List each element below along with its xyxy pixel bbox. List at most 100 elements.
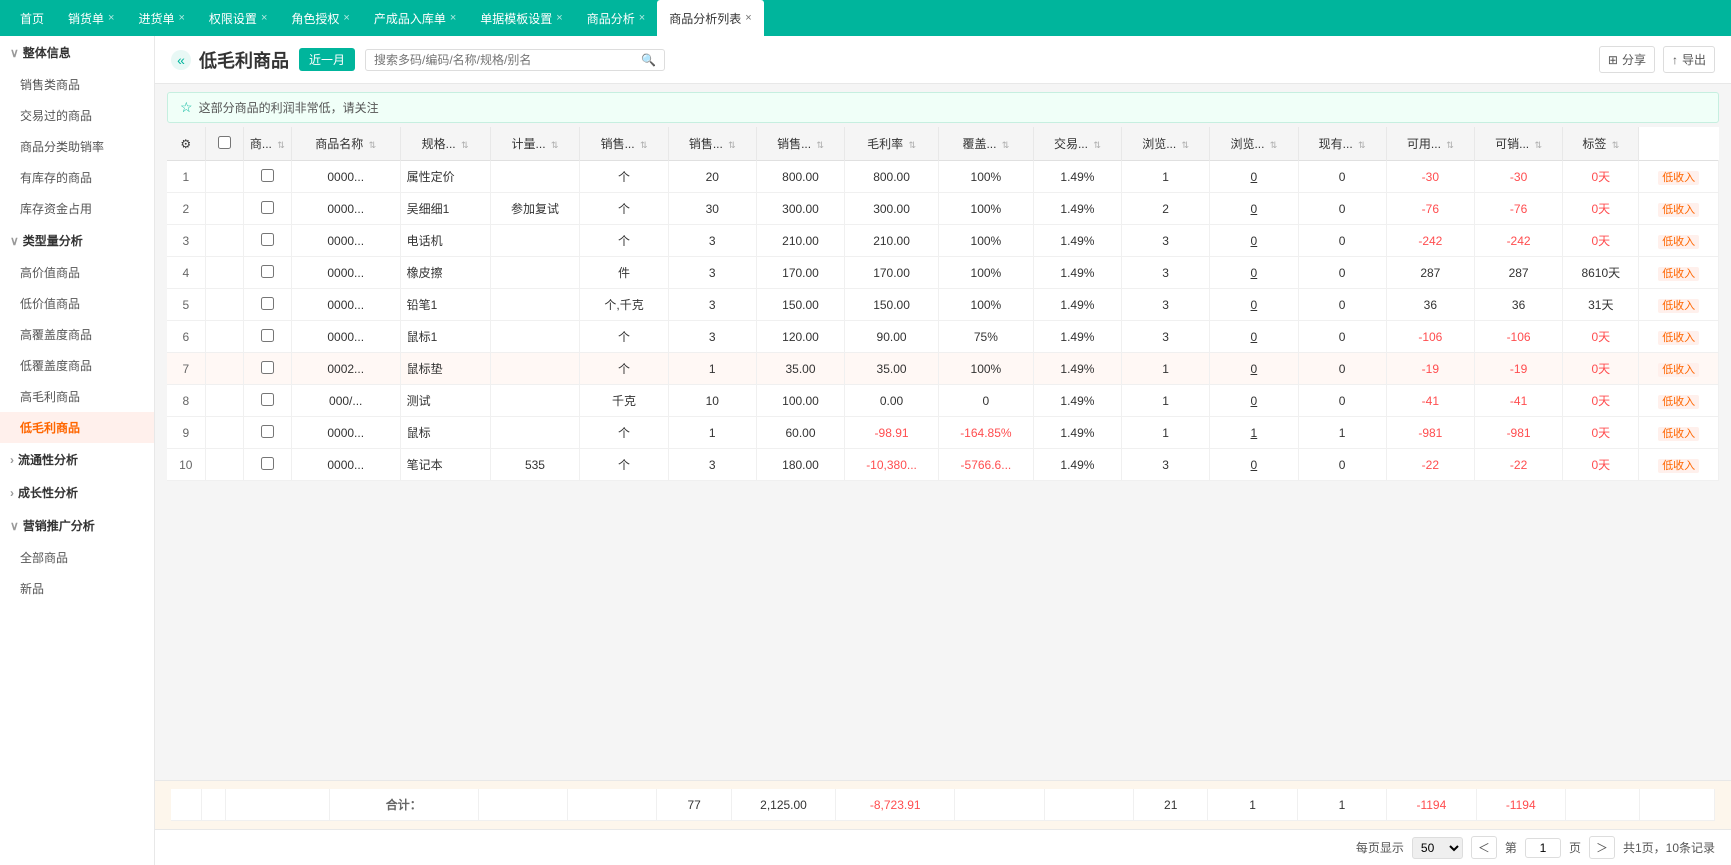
sidebar-group-marketing[interactable]: ∨ 营销推广分析: [0, 509, 154, 542]
col-coverage[interactable]: 覆盖... ⇅: [938, 127, 1033, 161]
cell-checkbox[interactable]: [243, 353, 291, 385]
col-sale-cost[interactable]: 销售... ⇅: [756, 127, 844, 161]
cell-checkbox[interactable]: [243, 289, 291, 321]
col-tag[interactable]: 标签 ⇅: [1563, 127, 1639, 161]
cell-code: 0000...: [291, 449, 400, 481]
nav-item-product-analysis-list[interactable]: 商品分析列表 ×: [657, 0, 763, 36]
nav-item-role[interactable]: 角色授权 ×: [279, 0, 361, 36]
col-name[interactable]: 商品名称 ⇅: [291, 127, 400, 161]
cell-browse1[interactable]: 0: [1210, 321, 1298, 353]
cell-checkbox[interactable]: [243, 385, 291, 417]
sidebar-group-growth[interactable]: › 成长性分析: [0, 476, 154, 509]
sidebar-item-low-margin[interactable]: 低毛利商品: [0, 412, 154, 443]
close-icon[interactable]: ×: [639, 12, 645, 24]
cell-checkbox[interactable]: [243, 193, 291, 225]
close-icon[interactable]: ×: [745, 12, 751, 24]
cell-coverage: 1.49%: [1033, 225, 1121, 257]
col-browse1[interactable]: 浏览... ⇅: [1122, 127, 1210, 161]
sidebar-item-category-sales[interactable]: 商品分类助销率: [0, 131, 154, 162]
sidebar-item-low-coverage[interactable]: 低覆盖度商品: [0, 350, 154, 381]
nav-item-home[interactable]: 首页: [8, 0, 56, 36]
cell-name[interactable]: 鼠标垫: [400, 353, 490, 385]
col-sale-qty[interactable]: 销售... ⇅: [580, 127, 668, 161]
cell-checkbox[interactable]: [243, 257, 291, 289]
page-size-select[interactable]: 50 20 100: [1412, 837, 1463, 859]
col-browse2[interactable]: 浏览... ⇅: [1210, 127, 1298, 161]
sidebar-item-new-goods[interactable]: 新品: [0, 573, 154, 604]
cell-browse1[interactable]: 0: [1210, 193, 1298, 225]
close-icon[interactable]: ×: [450, 12, 456, 24]
sidebar-group-overall[interactable]: ∨ 整体信息: [0, 36, 154, 69]
close-icon[interactable]: ×: [108, 12, 114, 24]
table-row: 10 0000... 笔记本 535 个 3 180.00 -10,380...…: [167, 449, 1719, 481]
prev-page-button[interactable]: ＜: [1471, 836, 1497, 859]
sidebar-group-type-analysis[interactable]: ∨ 类型量分析: [0, 224, 154, 257]
col-available[interactable]: 可用... ⇅: [1386, 127, 1474, 161]
next-page-button[interactable]: ＞: [1589, 836, 1615, 859]
col-unit[interactable]: 计量... ⇅: [490, 127, 580, 161]
cell-name[interactable]: 吴细细1: [400, 193, 490, 225]
col-checkbox[interactable]: [205, 127, 243, 161]
cell-browse1[interactable]: 0: [1210, 161, 1298, 193]
cell-browse1[interactable]: 0: [1210, 449, 1298, 481]
cell-sale-cost: -10,380...: [845, 449, 939, 481]
cell-checkbox[interactable]: [243, 449, 291, 481]
cell-checkbox[interactable]: [243, 161, 291, 193]
cell-checkbox[interactable]: [243, 225, 291, 257]
col-saleable[interactable]: 可销... ⇅: [1474, 127, 1562, 161]
col-spec[interactable]: 规格... ⇅: [400, 127, 490, 161]
col-gross-margin[interactable]: 毛利率 ⇅: [845, 127, 939, 161]
close-icon[interactable]: ×: [343, 12, 349, 24]
cell-name[interactable]: 属性定价: [400, 161, 490, 193]
sidebar-collapse-button[interactable]: «: [171, 50, 191, 70]
cell-name[interactable]: 鼠标: [400, 417, 490, 449]
nav-item-product-storage[interactable]: 产成品入库单 ×: [362, 0, 468, 36]
close-icon[interactable]: ×: [556, 12, 562, 24]
nav-item-permission[interactable]: 权限设置 ×: [197, 0, 279, 36]
cell-name[interactable]: 笔记本: [400, 449, 490, 481]
col-code[interactable]: 商... ⇅: [243, 127, 291, 161]
nav-item-sales[interactable]: 销货单 ×: [56, 0, 126, 36]
export-button[interactable]: ↑ 导出: [1663, 46, 1715, 73]
sidebar-group-flow[interactable]: › 流通性分析: [0, 443, 154, 476]
cell-browse1[interactable]: 0: [1210, 289, 1298, 321]
sidebar-item-all-goods[interactable]: 全部商品: [0, 542, 154, 573]
search-icon[interactable]: 🔍: [641, 53, 656, 67]
page-number-input[interactable]: [1525, 838, 1561, 858]
cell-browse1[interactable]: 0: [1210, 225, 1298, 257]
sidebar-item-in-stock[interactable]: 有库存的商品: [0, 162, 154, 193]
nav-item-purchase[interactable]: 进货单 ×: [126, 0, 196, 36]
cell-available: 36: [1474, 289, 1562, 321]
sidebar-item-high-margin[interactable]: 高毛利商品: [0, 381, 154, 412]
cell-browse1[interactable]: 1: [1210, 417, 1298, 449]
cell-checkbox[interactable]: [243, 417, 291, 449]
col-trade-count[interactable]: 交易... ⇅: [1033, 127, 1121, 161]
cell-browse1[interactable]: 0: [1210, 385, 1298, 417]
cell-name[interactable]: 电话机: [400, 225, 490, 257]
sidebar-item-high-coverage[interactable]: 高覆盖度商品: [0, 319, 154, 350]
sidebar-item-high-value[interactable]: 高价值商品: [0, 257, 154, 288]
sidebar-item-stock-fund[interactable]: 库存资金占用: [0, 193, 154, 224]
col-sale-price[interactable]: 销售... ⇅: [668, 127, 756, 161]
cell-name[interactable]: 鼠标1: [400, 321, 490, 353]
cell-browse1[interactable]: 0: [1210, 353, 1298, 385]
nav-item-product-analysis[interactable]: 商品分析 ×: [575, 0, 657, 36]
sidebar-item-sales-goods[interactable]: 销售类商品: [0, 69, 154, 100]
select-all-checkbox[interactable]: [218, 136, 231, 149]
cell-name[interactable]: 测试: [400, 385, 490, 417]
nav-item-template[interactable]: 单据模板设置 ×: [468, 0, 574, 36]
search-input[interactable]: [374, 53, 637, 67]
sidebar-item-low-value[interactable]: 低价值商品: [0, 288, 154, 319]
share-button[interactable]: ⊞ 分享: [1599, 46, 1655, 73]
date-filter-button[interactable]: 近一月: [299, 48, 355, 71]
col-current-stock[interactable]: 现有... ⇅: [1298, 127, 1386, 161]
col-settings[interactable]: ⚙: [167, 127, 205, 161]
cell-checkbox[interactable]: [243, 321, 291, 353]
cell-name[interactable]: 铅笔1: [400, 289, 490, 321]
cell-sale-qty: 30: [668, 193, 756, 225]
close-icon[interactable]: ×: [178, 12, 184, 24]
cell-name[interactable]: 橡皮擦: [400, 257, 490, 289]
cell-browse1[interactable]: 0: [1210, 257, 1298, 289]
sidebar-item-traded-goods[interactable]: 交易过的商品: [0, 100, 154, 131]
close-icon[interactable]: ×: [261, 12, 267, 24]
